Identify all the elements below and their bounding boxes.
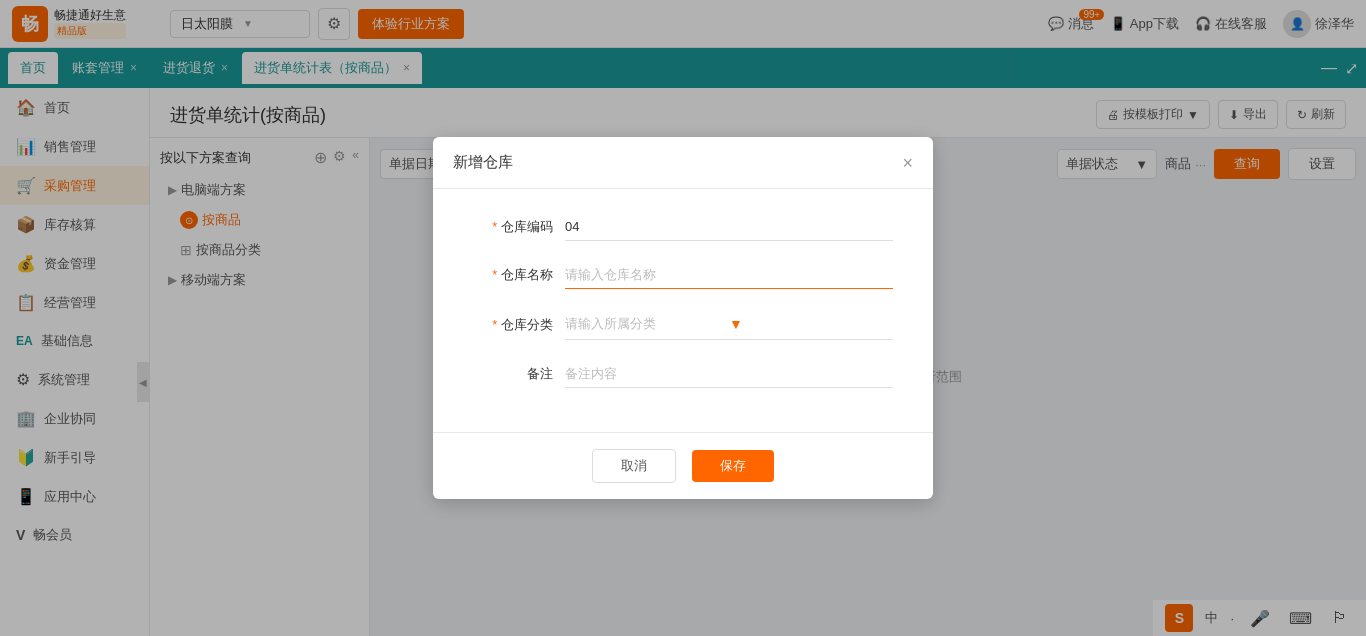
name-input[interactable]	[565, 261, 893, 289]
modal-close-button[interactable]: ×	[902, 154, 913, 172]
form-row-category: 仓库分类 请输入所属分类 ▼	[473, 309, 893, 340]
code-label: 仓库编码	[473, 218, 553, 236]
form-row-name: 仓库名称	[473, 261, 893, 289]
category-select[interactable]: 请输入所属分类 ▼	[565, 309, 893, 340]
modal-title: 新增仓库	[453, 153, 513, 172]
modal-body: 仓库编码 仓库名称 仓库分类 请输入所属分类 ▼ 备注	[433, 189, 933, 432]
modal-header: 新增仓库 ×	[433, 137, 933, 189]
note-label: 备注	[473, 365, 553, 383]
code-input[interactable]	[565, 213, 893, 241]
new-warehouse-modal: 新增仓库 × 仓库编码 仓库名称 仓库分类 请输入所属分类 ▼	[433, 137, 933, 499]
category-label: 仓库分类	[473, 316, 553, 334]
category-chevron-icon: ▼	[729, 316, 893, 332]
category-placeholder: 请输入所属分类	[565, 315, 729, 333]
save-button[interactable]: 保存	[692, 450, 774, 482]
modal-overlay[interactable]: 新增仓库 × 仓库编码 仓库名称 仓库分类 请输入所属分类 ▼	[0, 0, 1366, 636]
form-row-code: 仓库编码	[473, 213, 893, 241]
modal-footer: 取消 保存	[433, 432, 933, 499]
name-label: 仓库名称	[473, 266, 553, 284]
cancel-button[interactable]: 取消	[592, 449, 676, 483]
form-row-note: 备注	[473, 360, 893, 388]
note-input[interactable]	[565, 360, 893, 388]
